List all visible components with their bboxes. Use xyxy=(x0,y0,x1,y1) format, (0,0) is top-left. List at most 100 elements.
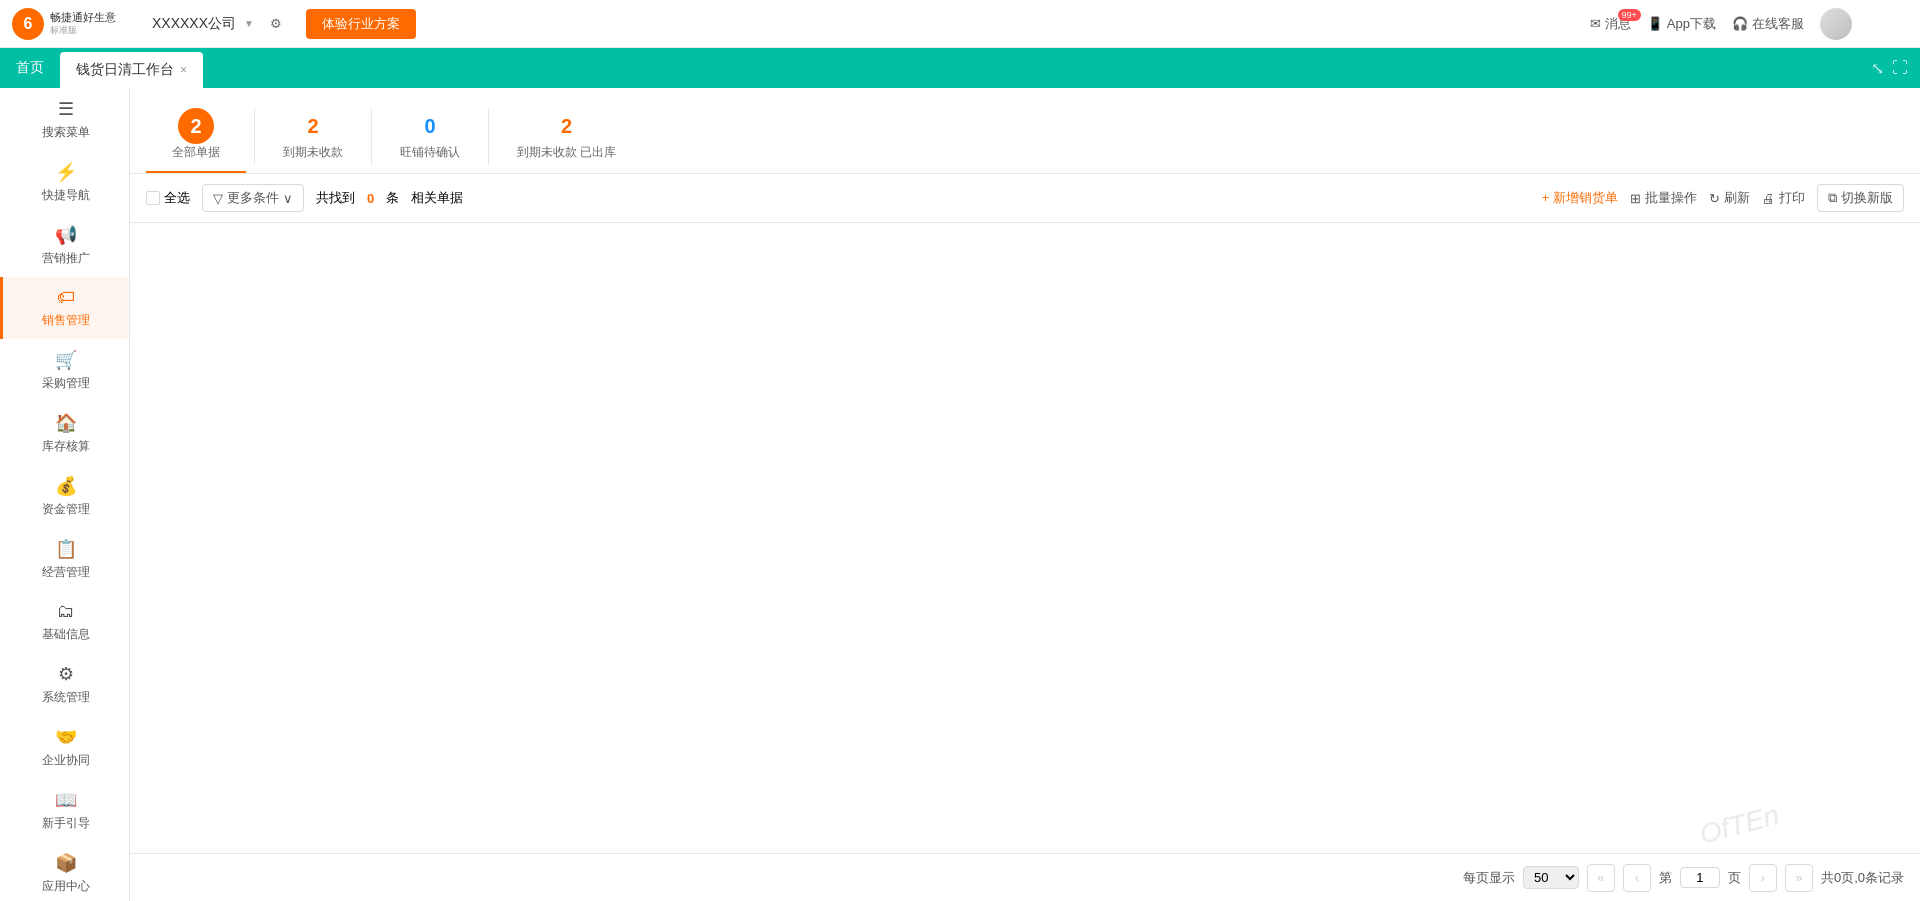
add-sale-order-button[interactable]: + 新增销货单 xyxy=(1542,189,1618,207)
sidebar-item-6[interactable]: 💰资金管理 xyxy=(0,465,129,528)
tab-home[interactable]: 首页 xyxy=(0,48,60,88)
select-all-checkbox[interactable]: 全选 xyxy=(146,189,190,207)
checkbox-box[interactable] xyxy=(146,191,160,205)
app-name-text: 畅捷通好生意 标准版 xyxy=(50,10,116,37)
refresh-button[interactable]: ↻ 刷新 xyxy=(1709,189,1750,207)
sidebar-item-5[interactable]: 🏠库存核算 xyxy=(0,402,129,465)
top-header: 6 畅捷通好生意 标准版 XXXXXX公司 ▼ ⚙ 体验行业方案 ✉ 消息 99… xyxy=(0,0,1920,48)
stats-tabs: 2全部单据2到期未收款0旺铺待确认2到期未收款 已出库 xyxy=(130,88,1920,174)
message-icon: ✉ xyxy=(1590,16,1601,31)
tab-home-label: 首页 xyxy=(16,59,44,77)
sidebar: ☰搜索菜单⚡快捷导航 📢 营销推广 🏷 销售管理 🛒采购管理🏠库存核算💰资金管理 📋 经营管理… xyxy=(0,88,130,901)
sidebar-label-1: 快捷导航 xyxy=(42,187,90,204)
app-name: 畅捷通好生意 xyxy=(50,10,116,24)
sidebar-icon-9: ⚙ xyxy=(58,663,74,685)
filter-dropdown-icon: ∨ xyxy=(283,191,293,206)
company-dropdown-arrow[interactable]: ▼ xyxy=(244,18,254,29)
print-label: 打印 xyxy=(1779,189,1805,207)
sidebar-label-5: 库存核算 xyxy=(42,438,90,455)
sidebar-item-10[interactable]: 🤝 企业协同 xyxy=(0,716,129,779)
sidebar-label-7: 经营管理 xyxy=(42,564,90,581)
online-service-item[interactable]: 🎧 在线客服 xyxy=(1732,15,1804,33)
sidebar-icon-2: 📢 xyxy=(55,224,77,246)
tab-close-icon[interactable]: × xyxy=(180,63,187,77)
sidebar-item-12[interactable]: 📦 应用中心 xyxy=(0,842,129,901)
company-selector: XXXXXX公司 ▼ ⚙ 体验行业方案 xyxy=(142,9,1590,39)
sidebar-item-0[interactable]: ☰搜索菜单 xyxy=(0,88,129,151)
content-area: 2全部单据2到期未收款0旺铺待确认2到期未收款 已出库 全选 ▽ 更多条件 ∨ … xyxy=(130,88,1920,901)
stat-number-1: 2 xyxy=(295,108,331,144)
refresh-icon: ↻ xyxy=(1709,191,1720,206)
sidebar-icon-12: 📦 xyxy=(55,852,77,874)
page-first-button[interactable]: « xyxy=(1587,864,1615,892)
sidebar-label-2: 营销推广 xyxy=(42,250,90,267)
switch-new-version-button[interactable]: ⧉ 切换新版 xyxy=(1817,184,1904,212)
switch-icon: ⧉ xyxy=(1828,190,1837,206)
stat-tab-1[interactable]: 2到期未收款 xyxy=(263,100,363,173)
sidebar-icon-11: 📖 xyxy=(55,789,77,811)
sidebar-item-8[interactable]: 🗂基础信息 xyxy=(0,591,129,653)
found-prefix: 共找到 xyxy=(316,189,355,207)
sidebar-item-4[interactable]: 🛒采购管理 xyxy=(0,339,129,402)
stat-label-2: 旺铺待确认 xyxy=(400,144,460,161)
sidebar-label-6: 资金管理 xyxy=(42,501,90,518)
sidebar-icon-10: 🤝 xyxy=(55,726,77,748)
app-logo-icon: 6 xyxy=(12,8,44,40)
page-prev-button[interactable]: ‹ xyxy=(1623,864,1651,892)
sidebar-label-10: 企业协同 xyxy=(42,752,90,769)
stat-tab-2[interactable]: 0旺铺待确认 xyxy=(380,100,480,173)
message-item[interactable]: ✉ 消息 99+ xyxy=(1590,15,1631,33)
print-icon: 🖨 xyxy=(1762,191,1775,206)
header-right: ✉ 消息 99+ 📱 App下载 🎧 在线客服 xyxy=(1590,8,1908,40)
filter-right-actions: + 新增销货单 ⊞ 批量操作 ↻ 刷新 🖨 打印 ⧉ 切换新版 xyxy=(1542,184,1904,212)
message-badge: 99+ xyxy=(1618,9,1641,21)
tab-fullscreen-icon[interactable]: ⛶ xyxy=(1892,59,1908,77)
more-filter-button[interactable]: ▽ 更多条件 ∨ xyxy=(202,184,304,212)
page-total: 共0页,0条记录 xyxy=(1821,869,1904,887)
sidebar-icon-0: ☰ xyxy=(58,98,74,120)
app-sub: 标准版 xyxy=(50,24,116,37)
sidebar-label-3: 销售管理 xyxy=(42,312,90,329)
select-all-label: 全选 xyxy=(164,189,190,207)
online-service-label: 在线客服 xyxy=(1752,15,1804,33)
try-industry-button[interactable]: 体验行业方案 xyxy=(306,9,416,39)
found-count: 0 xyxy=(367,191,374,206)
batch-operation-button[interactable]: ⊞ 批量操作 xyxy=(1630,189,1697,207)
page-size-label: 每页显示 xyxy=(1463,869,1515,887)
stat-tab-0[interactable]: 2全部单据 xyxy=(146,100,246,173)
filter-icon: ▽ xyxy=(213,191,223,206)
page-next-button[interactable]: › xyxy=(1749,864,1777,892)
print-button[interactable]: 🖨 打印 xyxy=(1762,189,1805,207)
page-last-button[interactable]: » xyxy=(1785,864,1813,892)
app-download-item[interactable]: 📱 App下载 xyxy=(1647,15,1716,33)
app-download-label: App下载 xyxy=(1667,15,1716,33)
found-unit: 条 xyxy=(386,189,399,207)
sidebar-item-9[interactable]: ⚙系统管理 xyxy=(0,653,129,716)
tab-minimize-icon[interactable]: ⤡ xyxy=(1871,59,1884,78)
company-name[interactable]: XXXXXX公司 xyxy=(152,15,236,33)
sidebar-label-8: 基础信息 xyxy=(42,626,90,643)
stat-number-2: 0 xyxy=(412,108,448,144)
stat-divider-0 xyxy=(254,108,255,165)
sidebar-item-1[interactable]: ⚡快捷导航 xyxy=(0,151,129,214)
tab-work-bench-label: 钱货日清工作台 xyxy=(76,61,174,79)
sidebar-icon-3: 🏷 xyxy=(57,287,75,308)
tab-bar: 首页 钱货日清工作台 × ⤡ ⛶ xyxy=(0,48,1920,88)
sidebar-item-11[interactable]: 📖新手引导 xyxy=(0,779,129,842)
sidebar-icon-7: 📋 xyxy=(55,538,77,560)
main-layout: ☰搜索菜单⚡快捷导航 📢 营销推广 🏷 销售管理 🛒采购管理🏠库存核算💰资金管理 📋 经营管理… xyxy=(0,88,1920,901)
pagination-bar: 每页显示 50 100 200 « ‹ 第 1 页 › » 共0页,0条记录 xyxy=(130,853,1920,901)
sidebar-item-2[interactable]: 📢 营销推广 xyxy=(0,214,129,277)
logo-area: 6 畅捷通好生意 标准版 xyxy=(12,8,142,40)
page-size-select[interactable]: 50 100 200 xyxy=(1523,866,1579,889)
page-number-input[interactable]: 1 xyxy=(1680,867,1720,888)
tab-work-bench[interactable]: 钱货日清工作台 × xyxy=(60,52,203,88)
sidebar-item-3[interactable]: 🏷 销售管理 xyxy=(0,277,129,339)
settings-icon[interactable]: ⚙ xyxy=(262,10,290,38)
filter-bar: 全选 ▽ 更多条件 ∨ 共找到 0 条 相关单据 + 新增销货单 ⊞ 批量操作 … xyxy=(130,174,1920,223)
headset-icon: 🎧 xyxy=(1732,16,1748,31)
stat-tab-3[interactable]: 2到期未收款 已出库 xyxy=(497,100,636,173)
sidebar-label-12: 应用中心 xyxy=(42,878,90,895)
user-avatar[interactable] xyxy=(1820,8,1852,40)
sidebar-item-7[interactable]: 📋 经营管理 xyxy=(0,528,129,591)
